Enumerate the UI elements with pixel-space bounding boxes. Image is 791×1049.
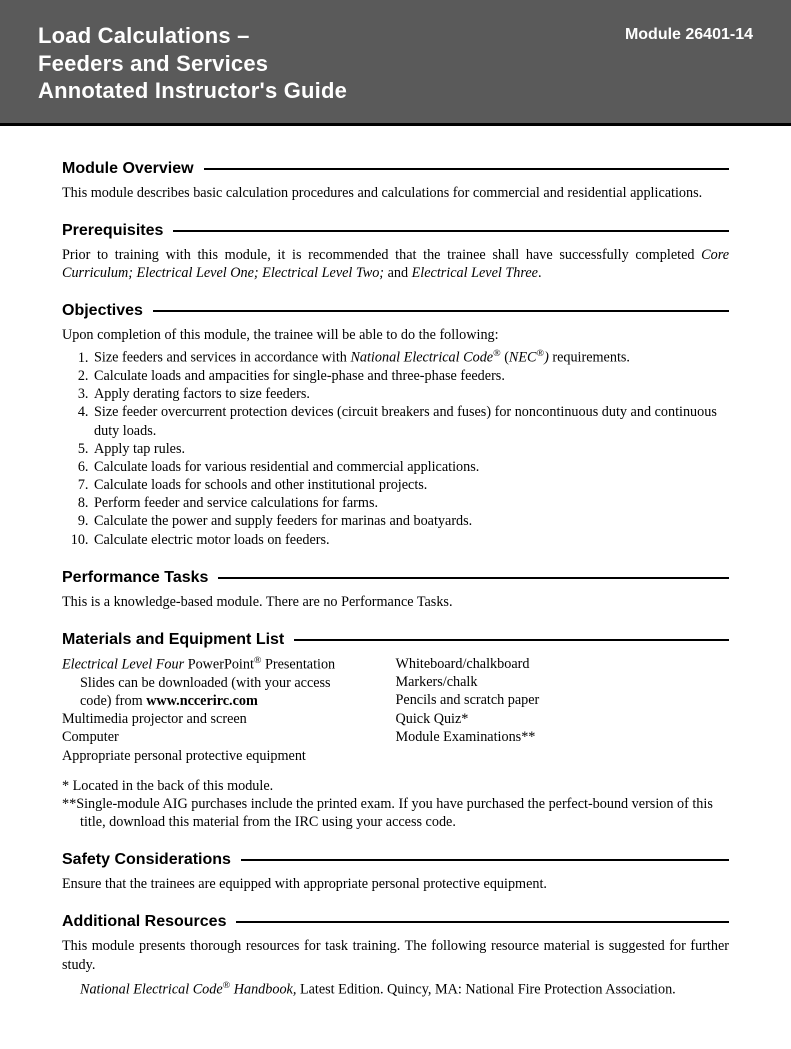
objective-item: Calculate the power and supply feeders f… bbox=[92, 512, 729, 530]
materials-item: Appropriate personal protective equipmen… bbox=[62, 747, 396, 765]
heading-text: Prerequisites bbox=[62, 222, 163, 240]
title-line-1: Load Calculations – bbox=[38, 22, 347, 50]
heading-rule bbox=[173, 230, 729, 232]
materials-item: Slides can be downloaded (with your acce… bbox=[62, 674, 396, 692]
safety-text: Ensure that the trainees are equipped wi… bbox=[62, 875, 729, 893]
heading-rule bbox=[294, 639, 729, 641]
heading-text: Performance Tasks bbox=[62, 569, 208, 587]
heading-text: Materials and Equipment List bbox=[62, 631, 284, 649]
objective-item: Size feeders and services in accordance … bbox=[92, 348, 729, 367]
materials-item: Markers/chalk bbox=[396, 673, 730, 691]
resources-text: This module presents thorough resources … bbox=[62, 937, 729, 973]
section-overview: Module Overview This module describes ba… bbox=[62, 160, 729, 202]
section-materials: Materials and Equipment List Electrical … bbox=[62, 631, 729, 831]
section-safety: Safety Considerations Ensure that the tr… bbox=[62, 851, 729, 893]
materials-left-column: Electrical Level Four PowerPoint® Presen… bbox=[62, 655, 396, 765]
heading-resources: Additional Resources bbox=[62, 913, 729, 931]
materials-item: Pencils and scratch paper bbox=[396, 691, 730, 709]
objective-item: Apply tap rules. bbox=[92, 440, 729, 458]
section-objectives: Objectives Upon completion of this modul… bbox=[62, 302, 729, 549]
title-line-2: Feeders and Services bbox=[38, 50, 347, 78]
materials-item: Module Examinations** bbox=[396, 728, 730, 746]
heading-text: Module Overview bbox=[62, 160, 194, 178]
heading-text: Objectives bbox=[62, 302, 143, 320]
footnote: * Located in the back of this module. bbox=[62, 777, 729, 795]
heading-rule bbox=[236, 921, 729, 923]
footnote: **Single-module AIG purchases include th… bbox=[62, 795, 729, 831]
heading-safety: Safety Considerations bbox=[62, 851, 729, 869]
objective-item: Calculate electric motor loads on feeder… bbox=[92, 531, 729, 549]
heading-objectives: Objectives bbox=[62, 302, 729, 320]
objectives-intro: Upon completion of this module, the trai… bbox=[62, 326, 729, 344]
materials-item: Quick Quiz* bbox=[396, 710, 730, 728]
heading-prerequisites: Prerequisites bbox=[62, 222, 729, 240]
objective-item: Apply derating factors to size feeders. bbox=[92, 385, 729, 403]
performance-text: This is a knowledge-based module. There … bbox=[62, 593, 729, 611]
materials-notes: * Located in the back of this module. **… bbox=[62, 777, 729, 832]
document-body: Module Overview This module describes ba… bbox=[0, 126, 791, 1049]
materials-item: Whiteboard/chalkboard bbox=[396, 655, 730, 673]
objectives-list: Size feeders and services in accordance … bbox=[62, 348, 729, 549]
heading-text: Additional Resources bbox=[62, 913, 226, 931]
registered-icon: ® bbox=[223, 980, 231, 991]
objective-item: Perform feeder and service calculations … bbox=[92, 494, 729, 512]
overview-text: This module describes basic calculation … bbox=[62, 184, 729, 202]
section-resources: Additional Resources This module present… bbox=[62, 913, 729, 998]
heading-rule bbox=[204, 168, 729, 170]
heading-overview: Module Overview bbox=[62, 160, 729, 178]
materials-item: code) from www.nccerirc.com bbox=[62, 692, 396, 710]
module-number: Module 26401-14 bbox=[625, 22, 753, 44]
document-header: Load Calculations – Feeders and Services… bbox=[0, 0, 791, 126]
prerequisites-text: Prior to training with this module, it i… bbox=[62, 246, 729, 282]
materials-columns: Electrical Level Four PowerPoint® Presen… bbox=[62, 655, 729, 765]
materials-right-column: Whiteboard/chalkboard Markers/chalk Penc… bbox=[396, 655, 730, 765]
heading-performance: Performance Tasks bbox=[62, 569, 729, 587]
title-line-3: Annotated Instructor's Guide bbox=[38, 77, 347, 105]
heading-rule bbox=[241, 859, 729, 861]
heading-text: Safety Considerations bbox=[62, 851, 231, 869]
materials-item: Electrical Level Four PowerPoint® Presen… bbox=[62, 655, 396, 674]
heading-rule bbox=[153, 310, 729, 312]
objective-item: Size feeder overcurrent protection devic… bbox=[92, 403, 729, 439]
resources-reference: National Electrical Code® Handbook, Late… bbox=[62, 980, 729, 999]
objective-item: Calculate loads and ampacities for singl… bbox=[92, 367, 729, 385]
materials-item: Computer bbox=[62, 728, 396, 746]
heading-rule bbox=[218, 577, 729, 579]
objective-item: Calculate loads for various residential … bbox=[92, 458, 729, 476]
section-performance: Performance Tasks This is a knowledge-ba… bbox=[62, 569, 729, 611]
materials-item: Multimedia projector and screen bbox=[62, 710, 396, 728]
heading-materials: Materials and Equipment List bbox=[62, 631, 729, 649]
document-title: Load Calculations – Feeders and Services… bbox=[38, 22, 347, 105]
objective-item: Calculate loads for schools and other in… bbox=[92, 476, 729, 494]
section-prerequisites: Prerequisites Prior to training with thi… bbox=[62, 222, 729, 282]
